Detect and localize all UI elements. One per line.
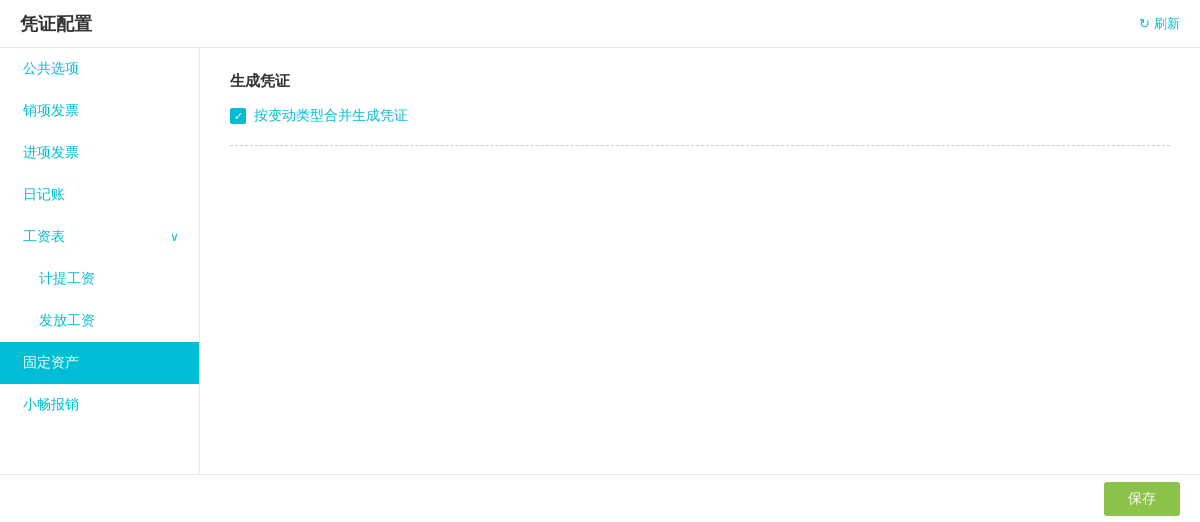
page-footer: 保存 — [0, 474, 1200, 522]
sidebar-item-sales-invoice[interactable]: 销项发票 — [0, 90, 199, 132]
body-layout: 公共选项销项发票进项发票日记账工资表 ∨ 计提工资发放工资固定资产小畅报销 生成凭证… — [0, 48, 1200, 474]
page-wrapper: 凭证配置 ↻ 刷新 公共选项销项发票进项发票日记账工资表 ∨ 计提工资发放工资固定资… — [0, 0, 1200, 522]
sidebar-item-label: 小畅报销 — [23, 396, 79, 414]
sidebar-item-purchase-invoice[interactable]: 进项发票 — [0, 132, 199, 174]
sidebar-item-payroll[interactable]: 工资表 ∨ — [0, 216, 199, 258]
page-title: 凭证配置 — [20, 12, 92, 36]
sidebar-item-label: 进项发票 — [23, 144, 79, 162]
sidebar-item-label: 计提工资 — [39, 270, 95, 288]
sidebar-item-label: 销项发票 — [23, 102, 79, 120]
refresh-label: 刷新 — [1154, 15, 1180, 33]
refresh-icon: ↻ — [1139, 16, 1150, 31]
sidebar-item-journal[interactable]: 日记账 — [0, 174, 199, 216]
sidebar-item-label: 发放工资 — [39, 312, 95, 330]
merge-by-type-checkbox[interactable] — [230, 108, 246, 124]
sidebar-item-label: 日记账 — [23, 186, 65, 204]
sidebar-item-label: 公共选项 — [23, 60, 79, 78]
sidebar: 公共选项销项发票进项发票日记账工资表 ∨ 计提工资发放工资固定资产小畅报销 — [0, 48, 200, 474]
section-title: 生成凭证 — [230, 72, 1170, 91]
sidebar-item-pay-salary[interactable]: 发放工资 — [0, 300, 199, 342]
refresh-button[interactable]: ↻ 刷新 — [1139, 15, 1180, 33]
main-content: 生成凭证 按变动类型合并生成凭证 — [200, 48, 1200, 474]
merge-by-type-label[interactable]: 按变动类型合并生成凭证 — [254, 107, 408, 125]
save-button[interactable]: 保存 — [1104, 482, 1180, 516]
section-divider — [230, 145, 1170, 146]
chevron-down-icon: ∨ — [170, 230, 179, 244]
sidebar-item-label: 工资表 — [23, 228, 65, 246]
checkbox-row: 按变动类型合并生成凭证 — [230, 107, 1170, 125]
sidebar-item-accrued-salary[interactable]: 计提工资 — [0, 258, 199, 300]
sidebar-item-fixed-assets[interactable]: 固定资产 — [0, 342, 199, 384]
page-header: 凭证配置 ↻ 刷新 — [0, 0, 1200, 48]
sidebar-item-label: 固定资产 — [23, 354, 79, 372]
sidebar-item-expense-claim[interactable]: 小畅报销 — [0, 384, 199, 426]
sidebar-item-public-options[interactable]: 公共选项 — [0, 48, 199, 90]
